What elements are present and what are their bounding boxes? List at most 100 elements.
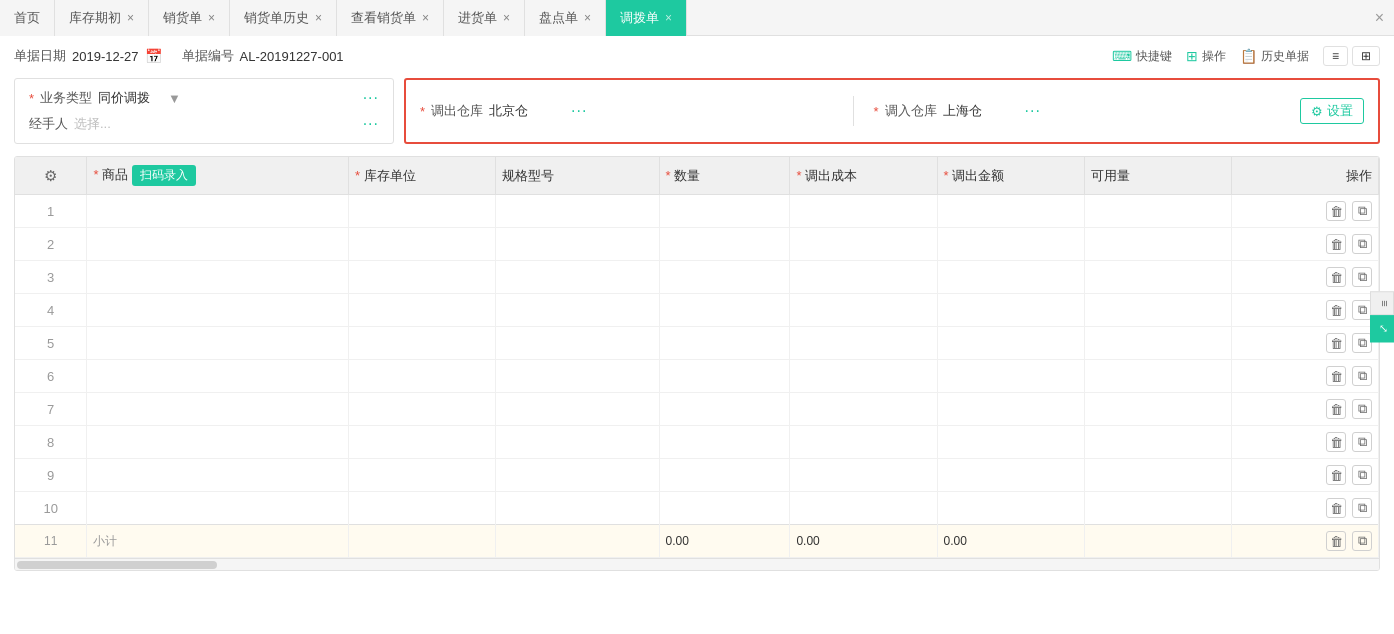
delete-row-button[interactable]: 🗑 <box>1326 300 1346 320</box>
tab-home[interactable]: 首页 <box>0 0 55 36</box>
cell-spec[interactable] <box>496 228 659 261</box>
tab-close-icon[interactable]: × <box>422 11 429 25</box>
business-type-dropdown-icon[interactable]: ▼ <box>168 91 181 106</box>
cell-spec[interactable] <box>496 360 659 393</box>
business-type-more-icon[interactable]: ··· <box>363 89 379 107</box>
copy-row-button[interactable]: ⧉ <box>1352 267 1372 287</box>
cell-cost[interactable] <box>790 327 937 360</box>
cell-spec[interactable] <box>496 327 659 360</box>
cell-cost[interactable] <box>790 393 937 426</box>
cell-qty[interactable] <box>659 261 790 294</box>
cell-amount[interactable] <box>937 261 1084 294</box>
cell-amount[interactable] <box>937 393 1084 426</box>
tab-inventory-init[interactable]: 库存期初 × <box>55 0 149 36</box>
delete-row-button[interactable]: 🗑 <box>1326 267 1346 287</box>
cell-product[interactable] <box>87 228 349 261</box>
warehouse-in-more-icon[interactable]: ··· <box>1025 102 1041 120</box>
copy-row-button[interactable]: ⧉ <box>1352 531 1372 551</box>
float-expand-button[interactable]: ⤢ <box>1370 316 1394 343</box>
cell-cost[interactable] <box>790 294 937 327</box>
person-more-icon[interactable]: ··· <box>363 115 379 133</box>
copy-row-button[interactable]: ⧉ <box>1352 498 1372 518</box>
cell-product[interactable] <box>87 459 349 492</box>
cell-spec[interactable] <box>496 294 659 327</box>
cell-unit[interactable] <box>349 360 496 393</box>
cell-product[interactable] <box>87 426 349 459</box>
cell-available[interactable] <box>1084 261 1231 294</box>
tab-close-icon[interactable]: × <box>208 11 215 25</box>
cell-available[interactable] <box>1084 327 1231 360</box>
cell-available[interactable] <box>1084 195 1231 228</box>
cell-product[interactable] <box>87 393 349 426</box>
cell-unit[interactable] <box>349 492 496 525</box>
tab-close-icon[interactable]: × <box>315 11 322 25</box>
grid-view-button[interactable]: ⊞ <box>1352 46 1380 66</box>
cell-available[interactable] <box>1084 426 1231 459</box>
cell-unit[interactable] <box>349 459 496 492</box>
delete-row-button[interactable]: 🗑 <box>1326 399 1346 419</box>
tab-transfer-order[interactable]: 调拨单 × <box>606 0 687 36</box>
cell-cost[interactable] <box>790 228 937 261</box>
copy-row-button[interactable]: ⧉ <box>1352 366 1372 386</box>
copy-row-button[interactable]: ⧉ <box>1352 432 1372 452</box>
cell-spec[interactable] <box>496 261 659 294</box>
cell-available[interactable] <box>1084 459 1231 492</box>
cell-amount[interactable] <box>937 492 1084 525</box>
cell-cost[interactable] <box>790 261 937 294</box>
cell-qty[interactable] <box>659 426 790 459</box>
copy-row-button[interactable]: ⧉ <box>1352 201 1372 221</box>
cell-cost[interactable] <box>790 492 937 525</box>
scroll-thumb[interactable] <box>17 561 217 569</box>
cell-spec[interactable] <box>496 459 659 492</box>
cell-available[interactable] <box>1084 228 1231 261</box>
cell-product[interactable] <box>87 261 349 294</box>
cell-available[interactable] <box>1084 492 1231 525</box>
float-list-button[interactable]: ≡ <box>1370 291 1394 315</box>
copy-row-button[interactable]: ⧉ <box>1352 300 1372 320</box>
scan-button[interactable]: 扫码录入 <box>132 165 196 186</box>
cell-spec[interactable] <box>496 426 659 459</box>
tab-inventory-check[interactable]: 盘点单 × <box>525 0 606 36</box>
cell-unit[interactable] <box>349 294 496 327</box>
tab-close-icon[interactable]: × <box>584 11 591 25</box>
shortcut-button[interactable]: ⌨ 快捷键 <box>1112 48 1172 65</box>
table-gear-icon[interactable]: ⚙ <box>44 167 57 184</box>
cell-cost[interactable] <box>790 360 937 393</box>
cell-unit[interactable] <box>349 393 496 426</box>
delete-row-button[interactable]: 🗑 <box>1326 333 1346 353</box>
cell-available[interactable] <box>1084 360 1231 393</box>
copy-row-button[interactable]: ⧉ <box>1352 399 1372 419</box>
history-button[interactable]: 📋 历史单据 <box>1240 48 1309 65</box>
delete-row-button[interactable]: 🗑 <box>1326 531 1346 551</box>
cell-qty[interactable] <box>659 393 790 426</box>
cell-cost[interactable] <box>790 426 937 459</box>
cell-unit[interactable] <box>349 228 496 261</box>
delete-row-button[interactable]: 🗑 <box>1326 498 1346 518</box>
cell-spec[interactable] <box>496 195 659 228</box>
tab-purchase-order[interactable]: 进货单 × <box>444 0 525 36</box>
delete-row-button[interactable]: 🗑 <box>1326 366 1346 386</box>
warehouse-out-more-icon[interactable]: ··· <box>571 102 587 120</box>
cell-qty[interactable] <box>659 459 790 492</box>
delete-row-button[interactable]: 🗑 <box>1326 465 1346 485</box>
copy-row-button[interactable]: ⧉ <box>1352 234 1372 254</box>
copy-row-button[interactable]: ⧉ <box>1352 465 1372 485</box>
horizontal-scrollbar[interactable] <box>15 558 1379 570</box>
cell-product[interactable] <box>87 360 349 393</box>
tab-close-icon[interactable]: × <box>127 11 134 25</box>
cell-qty[interactable] <box>659 195 790 228</box>
cell-spec[interactable] <box>496 393 659 426</box>
cell-qty[interactable] <box>659 327 790 360</box>
cell-unit[interactable] <box>349 261 496 294</box>
cell-amount[interactable] <box>937 426 1084 459</box>
person-input[interactable]: 选择... <box>74 115 111 133</box>
cell-unit[interactable] <box>349 195 496 228</box>
copy-row-button[interactable]: ⧉ <box>1352 333 1372 353</box>
cell-amount[interactable] <box>937 228 1084 261</box>
cell-product[interactable] <box>87 492 349 525</box>
tab-sales-order[interactable]: 销货单 × <box>149 0 230 36</box>
delete-row-button[interactable]: 🗑 <box>1326 201 1346 221</box>
tab-close-icon[interactable]: × <box>665 11 672 25</box>
cell-qty[interactable] <box>659 294 790 327</box>
tab-close-icon[interactable]: × <box>503 11 510 25</box>
